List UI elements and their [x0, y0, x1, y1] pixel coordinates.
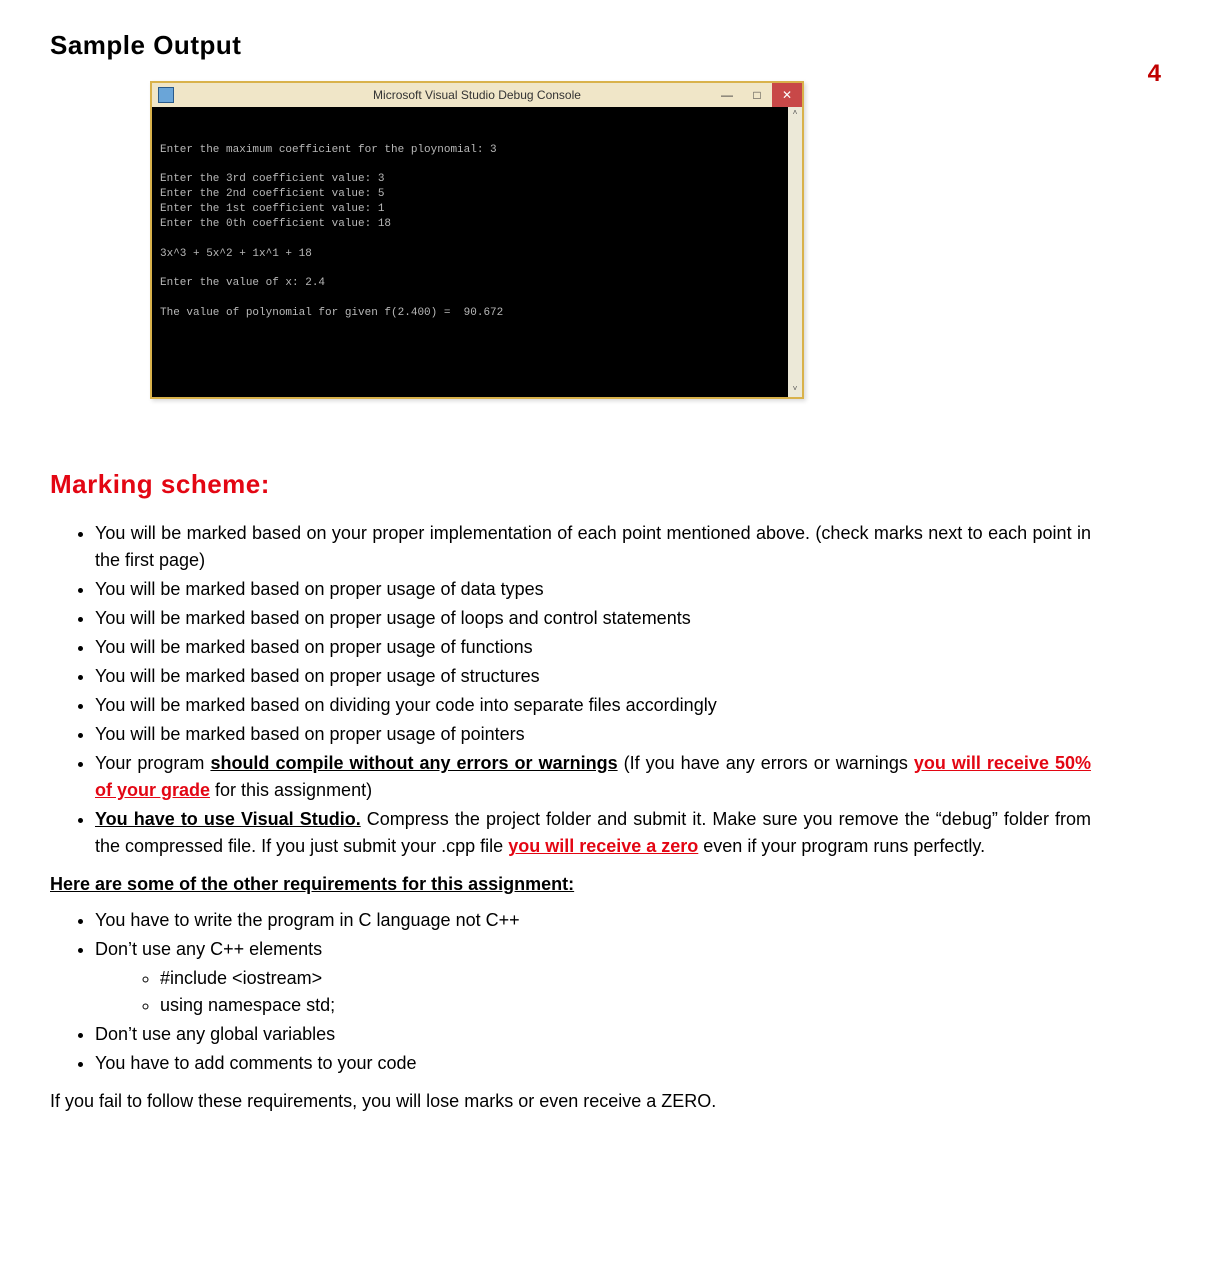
list-item: You will be marked based on proper usage… [95, 576, 1091, 603]
list-item: #include <iostream> [160, 965, 1091, 992]
emph-receive-zero: you will receive a zero [508, 836, 698, 856]
emph-visual-studio: You have to use Visual Studio. [95, 809, 361, 829]
emph-compile-warning: should compile without any errors or war… [210, 753, 617, 773]
maximize-button[interactable]: □ [742, 83, 772, 107]
list-item: You will be marked based on proper usage… [95, 634, 1091, 661]
list-item: Your program should compile without any … [95, 750, 1091, 804]
text: (If you have any errors or warnings [618, 753, 914, 773]
list-item: You will be marked based on your proper … [95, 520, 1091, 574]
text: even if your program runs perfectly. [698, 836, 985, 856]
scroll-up-icon[interactable]: ˄ [788, 107, 802, 121]
text: Your program [95, 753, 210, 773]
list-item: Don’t use any C++ elements #include <ios… [95, 936, 1091, 1019]
list-item: You have to write the program in C langu… [95, 907, 1091, 934]
sub-list: #include <iostream> using namespace std; [95, 965, 1091, 1019]
text: Don’t use any C++ elements [95, 939, 322, 959]
list-item: You will be marked based on proper usage… [95, 663, 1091, 690]
scroll-down-icon[interactable]: ˅ [788, 383, 802, 397]
window-title: Microsoft Visual Studio Debug Console [152, 88, 802, 102]
list-item: You have to use Visual Studio. Compress … [95, 806, 1091, 860]
list-item: You will be marked based on dividing you… [95, 692, 1091, 719]
list-item: Don’t use any global variables [95, 1021, 1091, 1048]
text: for this assignment) [210, 780, 372, 800]
minimize-button[interactable]: — [712, 83, 742, 107]
list-item: You will be marked based on proper usage… [95, 605, 1091, 632]
list-item: You have to add comments to your code [95, 1050, 1091, 1077]
sample-output-heading: Sample Output [50, 30, 1181, 61]
console-screenshot: Microsoft Visual Studio Debug Console — … [150, 81, 804, 399]
list-item: using namespace std; [160, 992, 1091, 1019]
titlebar: Microsoft Visual Studio Debug Console — … [152, 83, 802, 107]
close-button[interactable]: ✕ [772, 83, 802, 107]
app-icon [158, 87, 174, 103]
console-window: Microsoft Visual Studio Debug Console — … [150, 81, 804, 399]
marking-list: You will be marked based on your proper … [50, 520, 1091, 860]
footer-warning: If you fail to follow these requirements… [50, 1091, 1181, 1112]
console-body: Enter the maximum coefficient for the pl… [152, 107, 802, 397]
page-number: 4 [1148, 60, 1161, 88]
other-requirements-heading: Here are some of the other requirements … [50, 874, 1181, 895]
window-buttons: — □ ✕ [712, 83, 802, 107]
console-text: Enter the maximum coefficient for the pl… [152, 137, 802, 327]
scrollbar[interactable]: ˄ ˅ [788, 107, 802, 397]
list-item: You will be marked based on proper usage… [95, 721, 1091, 748]
marking-scheme-heading: Marking scheme: [50, 469, 1181, 500]
requirements-list: You have to write the program in C langu… [50, 907, 1091, 1077]
